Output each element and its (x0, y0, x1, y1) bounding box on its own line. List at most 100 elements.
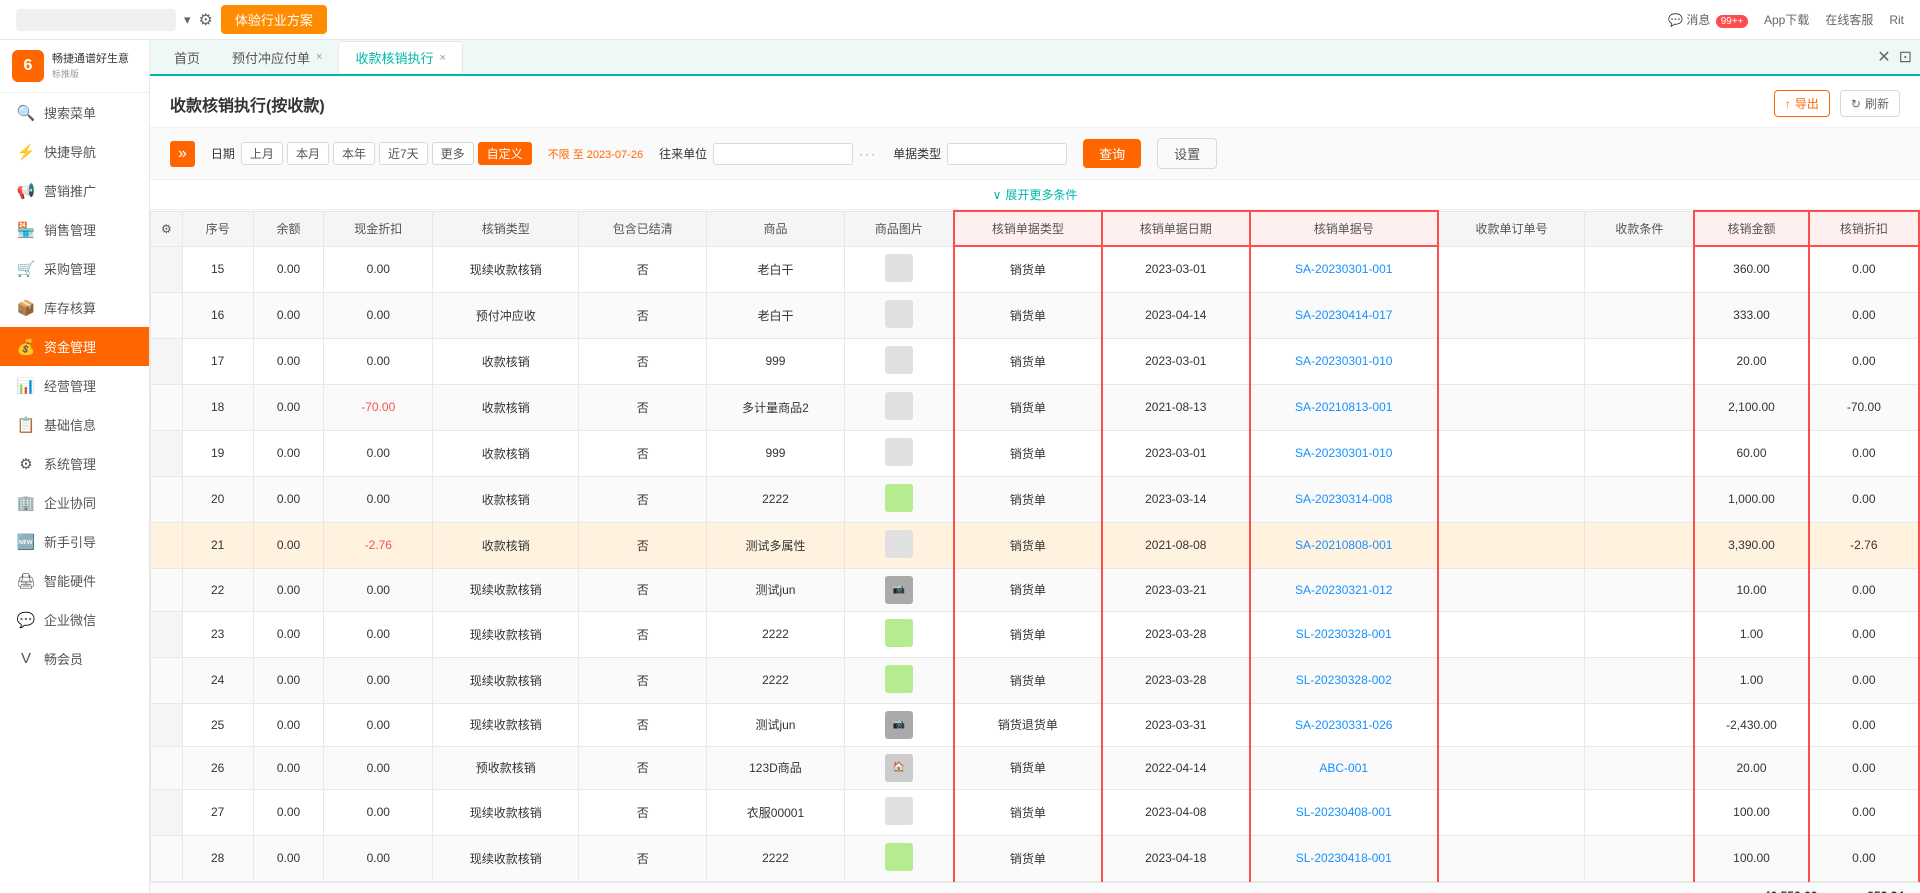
td-product-img (844, 657, 953, 703)
sidebar-item-vip[interactable]: V 畅会员 (0, 639, 149, 678)
sidebar-item-corp[interactable]: 🏢 企业协同 (0, 483, 149, 522)
td-verify-bill-date: 2023-03-01 (1102, 338, 1250, 384)
td-gear (151, 703, 183, 746)
td-verify-type: 收款核销 (433, 338, 579, 384)
td-verify-bill-type: 销货单 (954, 746, 1102, 789)
td-verify-type: 现续收款核销 (433, 789, 579, 835)
table-row: 22 0.00 0.00 现续收款核销 否 测试jun 📷 销货单 2023-0… (151, 568, 1920, 611)
td-included: 否 (579, 657, 707, 703)
td-no: 28 (182, 835, 253, 881)
td-receipt-order-no (1438, 657, 1585, 703)
filter-last-month[interactable]: 上月 (241, 142, 283, 165)
query-btn[interactable]: 查询 (1083, 139, 1141, 168)
filter-period-buttons: 上月 本月 本年 近7天 更多 自定义 (241, 142, 532, 165)
message-badge: 99++ (1716, 15, 1748, 28)
industry-btn[interactable]: 体验行业方案 (221, 5, 327, 34)
expand-more-btn[interactable]: ∨ 展开更多条件 (993, 186, 1078, 203)
app-download-btn[interactable]: App下载 (1764, 11, 1809, 28)
dropdown-icon[interactable]: ▾ (184, 12, 191, 28)
td-included: 否 (579, 703, 707, 746)
setting-btn[interactable]: 设置 (1157, 138, 1217, 169)
td-no: 21 (182, 522, 253, 568)
from-unit-input[interactable] (713, 143, 853, 165)
td-included: 否 (579, 292, 707, 338)
td-verify-discount: 0.00 (1809, 746, 1919, 789)
td-verify-amount: 2,100.00 (1694, 384, 1808, 430)
page-actions: ↑ 导出 ↻ 刷新 (1774, 90, 1900, 117)
tab-prepay-close[interactable]: × (316, 51, 322, 63)
tab-receipt-close[interactable]: × (439, 52, 445, 64)
td-receipt-condition (1585, 384, 1694, 430)
tab-home[interactable]: 首页 (158, 42, 216, 73)
td-balance: 0.00 (253, 568, 324, 611)
online-service-btn[interactable]: 在线客服 (1825, 11, 1873, 28)
search-input[interactable] (16, 9, 176, 31)
td-verify-bill-no: SL-20230328-002 (1250, 657, 1438, 703)
refresh-btn[interactable]: ↻ 刷新 (1840, 90, 1900, 117)
filter-dots: ··· (859, 147, 877, 161)
sidebar-item-basic[interactable]: 📋 基础信息 (0, 405, 149, 444)
td-verify-bill-date: 2023-03-21 (1102, 568, 1250, 611)
layout: 6 畅捷通谱好生意 标推版 🔍 搜索菜单 ⚡ 快捷导航 📢 营销推广 🏪 销售管… (0, 40, 1920, 893)
td-product: 老白干 (706, 292, 844, 338)
export-btn[interactable]: ↑ 导出 (1774, 90, 1830, 117)
sidebar-item-sales[interactable]: 🏪 销售管理 (0, 210, 149, 249)
table-row: 19 0.00 0.00 收款核销 否 999 销货单 2023-03-01 S… (151, 430, 1920, 476)
td-receipt-order-no (1438, 835, 1585, 881)
td-verify-bill-type: 销货单 (954, 430, 1102, 476)
sidebar: 6 畅捷通谱好生意 标推版 🔍 搜索菜单 ⚡ 快捷导航 📢 营销推广 🏪 销售管… (0, 40, 150, 893)
td-balance: 0.00 (253, 522, 324, 568)
td-receipt-condition (1585, 568, 1694, 611)
td-balance: 0.00 (253, 476, 324, 522)
td-verify-bill-type: 销货单 (954, 835, 1102, 881)
td-cash-discount: 0.00 (324, 746, 433, 789)
th-included: 包含已结清 (579, 211, 707, 246)
sidebar-item-marketing[interactable]: 📢 营销推广 (0, 171, 149, 210)
filter-this-year[interactable]: 本年 (333, 142, 375, 165)
filter-expand-icon[interactable]: » (170, 141, 195, 167)
sidebar-item-system[interactable]: ⚙ 系统管理 (0, 444, 149, 483)
marketing-icon: 📢 (16, 182, 36, 200)
tab-maximize-btn[interactable]: ⊡ (1899, 47, 1912, 67)
guide-icon: 🆕 (16, 533, 36, 551)
sidebar-item-purchase[interactable]: 🛒 采购管理 (0, 249, 149, 288)
table-row: 15 0.00 0.00 现续收款核销 否 老白干 销货单 2023-03-01… (151, 246, 1920, 292)
td-receipt-condition (1585, 611, 1694, 657)
tab-prepay[interactable]: 预付冲应付单 × (216, 42, 338, 73)
sidebar-item-inventory[interactable]: 📦 库存核算 (0, 288, 149, 327)
td-product: 测试jun (706, 568, 844, 611)
td-product-img: 📷 (844, 568, 953, 611)
td-receipt-condition (1585, 246, 1694, 292)
sidebar-item-operation[interactable]: 📊 经营管理 (0, 366, 149, 405)
receipt-type-select[interactable] (947, 143, 1067, 165)
gear-icon[interactable]: ⚙ (199, 10, 213, 30)
td-product-img (844, 789, 953, 835)
td-verify-amount: 1.00 (1694, 657, 1808, 703)
td-receipt-order-no (1438, 246, 1585, 292)
sidebar-item-quick[interactable]: ⚡ 快捷导航 (0, 132, 149, 171)
td-balance: 0.00 (253, 789, 324, 835)
inventory-icon: 📦 (16, 299, 36, 317)
user-name[interactable]: Rit (1889, 13, 1904, 27)
sidebar-item-hardware[interactable]: 🖨 智能硬件 (0, 561, 149, 600)
filter-last-7days[interactable]: 近7天 (379, 142, 428, 165)
tab-receipt[interactable]: 收款核销执行 × (338, 41, 462, 73)
td-verify-bill-no: SA-20230414-017 (1250, 292, 1438, 338)
td-cash-discount: 0.00 (324, 338, 433, 384)
filter-more[interactable]: 更多 (432, 142, 474, 165)
filter-custom[interactable]: 自定义 (478, 142, 532, 165)
search-icon: 🔍 (16, 104, 36, 122)
quick-icon: ⚡ (16, 143, 36, 161)
sidebar-item-search[interactable]: 🔍 搜索菜单 (0, 93, 149, 132)
td-verify-bill-date: 2021-08-13 (1102, 384, 1250, 430)
td-gear (151, 611, 183, 657)
tab-close-all-btn[interactable]: ✕ (1877, 47, 1890, 67)
logo-icon: 6 (12, 50, 44, 82)
sidebar-item-finance[interactable]: 💰 资金管理 (0, 327, 149, 366)
filter-this-month[interactable]: 本月 (287, 142, 329, 165)
sidebar-item-wechat[interactable]: 💬 企业微信 (0, 600, 149, 639)
sidebar-item-guide[interactable]: 🆕 新手引导 (0, 522, 149, 561)
message-btn[interactable]: 💬 消息 99++ (1668, 11, 1748, 28)
td-verify-type: 现续收款核销 (433, 568, 579, 611)
td-verify-amount: -2,430.00 (1694, 703, 1808, 746)
